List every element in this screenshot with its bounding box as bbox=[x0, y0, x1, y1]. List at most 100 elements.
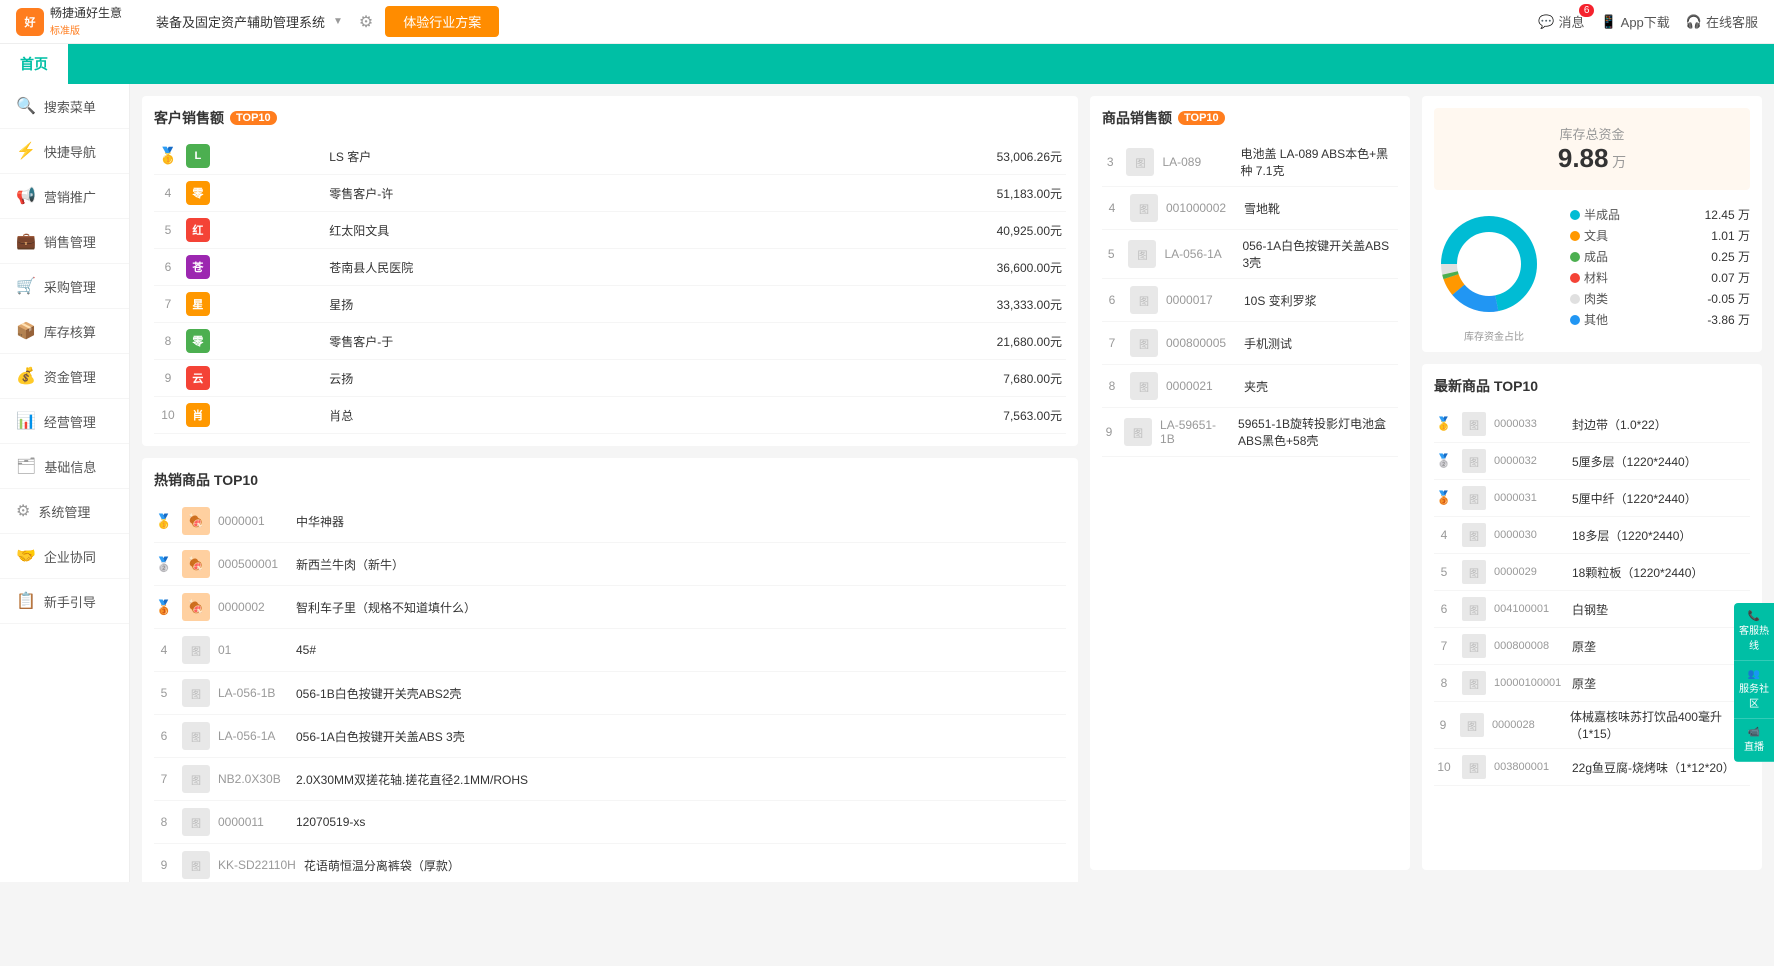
float-service-community[interactable]: 👥 服务社区 bbox=[1734, 661, 1774, 719]
np-name: 22g鱼豆腐-烧烤味（1*12*20） bbox=[1572, 759, 1735, 776]
rank-avatar: 苍 bbox=[186, 255, 210, 279]
rank-avatar: 星 bbox=[186, 292, 210, 316]
rank-number: 6 bbox=[154, 249, 182, 286]
np-code: 0000032 bbox=[1494, 455, 1564, 467]
legend-item: 半成品 12.45 万 bbox=[1570, 206, 1750, 223]
sidebar-item-guide[interactable]: 📋 新手引导 bbox=[0, 579, 129, 624]
donut-svg bbox=[1434, 209, 1544, 319]
product-name: 056-1A白色按键开关盖ABS 3壳 bbox=[296, 728, 465, 745]
sidebar-item-inventory[interactable]: 📦 库存核算 bbox=[0, 309, 129, 354]
np-name: 5厘中纤（1220*2440） bbox=[1572, 490, 1697, 507]
rank-avatar: 零 bbox=[186, 329, 210, 353]
product-code: 000500001 bbox=[218, 557, 288, 571]
logo-name: 畅捷通好生意 bbox=[50, 6, 122, 22]
new-products-list: 🥇 图 0000033 封边带（1.0*22） 🥈 图 0000032 5厘多层… bbox=[1434, 406, 1750, 786]
community-icon: 👥 bbox=[1748, 669, 1760, 680]
legend-value: 0.25 万 bbox=[1711, 248, 1750, 265]
sidebar-item-finance[interactable]: 💰 资金管理 bbox=[0, 354, 129, 399]
product-name: 新西兰牛肉（新牛） bbox=[296, 556, 404, 573]
sidebar-label-purchase: 采购管理 bbox=[44, 277, 96, 296]
inventory-total-amount-row: 9.88 万 bbox=[1450, 143, 1734, 174]
sidebar-label-basicinfo: 基础信息 bbox=[44, 457, 96, 476]
np-name: 封边带（1.0*22） bbox=[1572, 416, 1667, 433]
product-sales-rank: 3 bbox=[1102, 155, 1118, 169]
hot-product-item: 5 图 LA-056-1B 056-1B白色按键开关壳ABS2壳 bbox=[154, 672, 1066, 715]
rank-number: 🥇 bbox=[154, 138, 182, 175]
app-download-label: App下载 bbox=[1621, 12, 1670, 31]
np-image: 图 bbox=[1462, 597, 1486, 621]
product-sales-item: 6 图 0000017 10S 变利罗浆 bbox=[1102, 279, 1398, 322]
system-name-label: 装备及固定资产辅助管理系统 bbox=[156, 12, 325, 31]
product-sales-name: 59651-1B旋转投影灯电池盒ABS黑色+58壳 bbox=[1238, 415, 1398, 449]
product-name: 花语萌恒温分离裤袋（厚款） bbox=[304, 857, 460, 874]
purchase-icon: 🛒 bbox=[16, 276, 36, 296]
settings-icon[interactable]: ⚙ bbox=[359, 12, 373, 32]
np-name: 原垄 bbox=[1572, 638, 1596, 655]
nav-tab-home[interactable]: 首页 bbox=[0, 44, 68, 84]
legend-name: 成品 bbox=[1584, 248, 1711, 265]
online-service-item[interactable]: 🎧 在线客服 bbox=[1686, 12, 1758, 31]
sidebar-item-basic-info[interactable]: 🗂 基础信息 bbox=[0, 444, 129, 489]
legend-item: 成品 0.25 万 bbox=[1570, 248, 1750, 265]
rank-number: 7 bbox=[154, 286, 182, 323]
messages-item[interactable]: 💬 消息 6 bbox=[1538, 12, 1584, 31]
product-sales-rank: 6 bbox=[1102, 293, 1122, 307]
sidebar-item-purchase[interactable]: 🛒 采购管理 bbox=[0, 264, 129, 309]
product-sales-rank: 8 bbox=[1102, 379, 1122, 393]
app-download-item[interactable]: 📱 App下载 bbox=[1600, 12, 1669, 31]
rank-customer-name: 零售客户-于 bbox=[325, 323, 737, 360]
customer-ranking-card: 客户销售额 TOP10 🥇 L LS 客户 53,006.26元 4 零 零售客… bbox=[142, 96, 1078, 446]
hot-product-item: 8 图 0000011 12070519-xs bbox=[154, 801, 1066, 844]
sidebar-item-operations[interactable]: 📊 经营管理 bbox=[0, 399, 129, 444]
sidebar-item-quicknav[interactable]: ⚡ 快捷导航 bbox=[0, 129, 129, 174]
trial-button[interactable]: 体验行业方案 bbox=[385, 6, 499, 37]
rank-avatar-cell: 云 bbox=[182, 360, 325, 397]
rank-amount: 51,183.00元 bbox=[737, 175, 1066, 212]
product-sales-image: 图 bbox=[1126, 148, 1154, 176]
inventory-chart-area: 库存资金占比 半成品 12.45 万 文具 1.01 万 成品 0.25 万 材… bbox=[1434, 198, 1750, 340]
float-service-live[interactable]: 📹 直播 bbox=[1734, 719, 1774, 762]
live-label: 直播 bbox=[1744, 738, 1764, 753]
legend-value: -0.05 万 bbox=[1707, 290, 1750, 307]
np-name: 白钢垫 bbox=[1572, 601, 1608, 618]
rank-number: 4 bbox=[154, 175, 182, 212]
rank-amount: 36,600.00元 bbox=[737, 249, 1066, 286]
product-rank-num: 🥉 bbox=[154, 599, 174, 616]
rank-number: 10 bbox=[154, 397, 182, 434]
legend-dot bbox=[1570, 210, 1580, 220]
sidebar-item-sales[interactable]: 💼 销售管理 bbox=[0, 219, 129, 264]
product-sales-code: LA-056-1A bbox=[1164, 247, 1234, 261]
customer-rank-row: 6 苍 苍南县人民医院 36,600.00元 bbox=[154, 249, 1066, 286]
product-sales-name: 雪地靴 bbox=[1244, 200, 1280, 217]
customer-rank-row: 9 云 云扬 7,680.00元 bbox=[154, 360, 1066, 397]
np-rank: 8 bbox=[1434, 676, 1454, 690]
new-product-item: 10 图 003800001 22g鱼豆腐-烧烤味（1*12*20） bbox=[1434, 749, 1750, 786]
product-rank-num: 8 bbox=[154, 815, 174, 829]
legend-dot bbox=[1570, 294, 1580, 304]
sidebar-label-operations: 经营管理 bbox=[44, 412, 96, 431]
system-dropdown-arrow-icon[interactable]: ▼ bbox=[333, 16, 343, 27]
right-column: 库存总资金 9.88 万 bbox=[1422, 96, 1762, 870]
customer-rank-row: 🥇 L LS 客户 53,006.26元 bbox=[154, 138, 1066, 175]
product-sales-image: 图 bbox=[1128, 240, 1156, 268]
np-rank: 🥈 bbox=[1434, 453, 1454, 469]
np-image: 图 bbox=[1462, 560, 1486, 584]
left-column: 客户销售额 TOP10 🥇 L LS 客户 53,006.26元 4 零 零售客… bbox=[142, 96, 1078, 870]
rank-avatar: 云 bbox=[186, 366, 210, 390]
guide-icon: 📋 bbox=[16, 591, 36, 611]
sidebar-label-sales: 销售管理 bbox=[44, 232, 96, 251]
float-service-hotline[interactable]: 📞 客服热线 bbox=[1734, 603, 1774, 661]
sidebar-item-system[interactable]: ⚙ 系统管理 bbox=[0, 489, 129, 534]
sidebar-item-marketing[interactable]: 📢 营销推广 bbox=[0, 174, 129, 219]
rank-amount: 40,925.00元 bbox=[737, 212, 1066, 249]
sidebar-item-collab[interactable]: 🤝 企业协同 bbox=[0, 534, 129, 579]
sidebar-item-search[interactable]: 🔍 搜索菜单 bbox=[0, 84, 129, 129]
online-service-label: 在线客服 bbox=[1706, 12, 1758, 31]
np-code: 004100001 bbox=[1494, 603, 1564, 615]
rank-avatar-cell: 肖 bbox=[182, 397, 325, 434]
community-label: 服务社区 bbox=[1738, 680, 1770, 710]
rank-amount: 7,563.00元 bbox=[737, 397, 1066, 434]
np-image: 图 bbox=[1462, 412, 1486, 436]
sidebar-label-guide: 新手引导 bbox=[44, 592, 96, 611]
product-code: 0000011 bbox=[218, 815, 288, 829]
